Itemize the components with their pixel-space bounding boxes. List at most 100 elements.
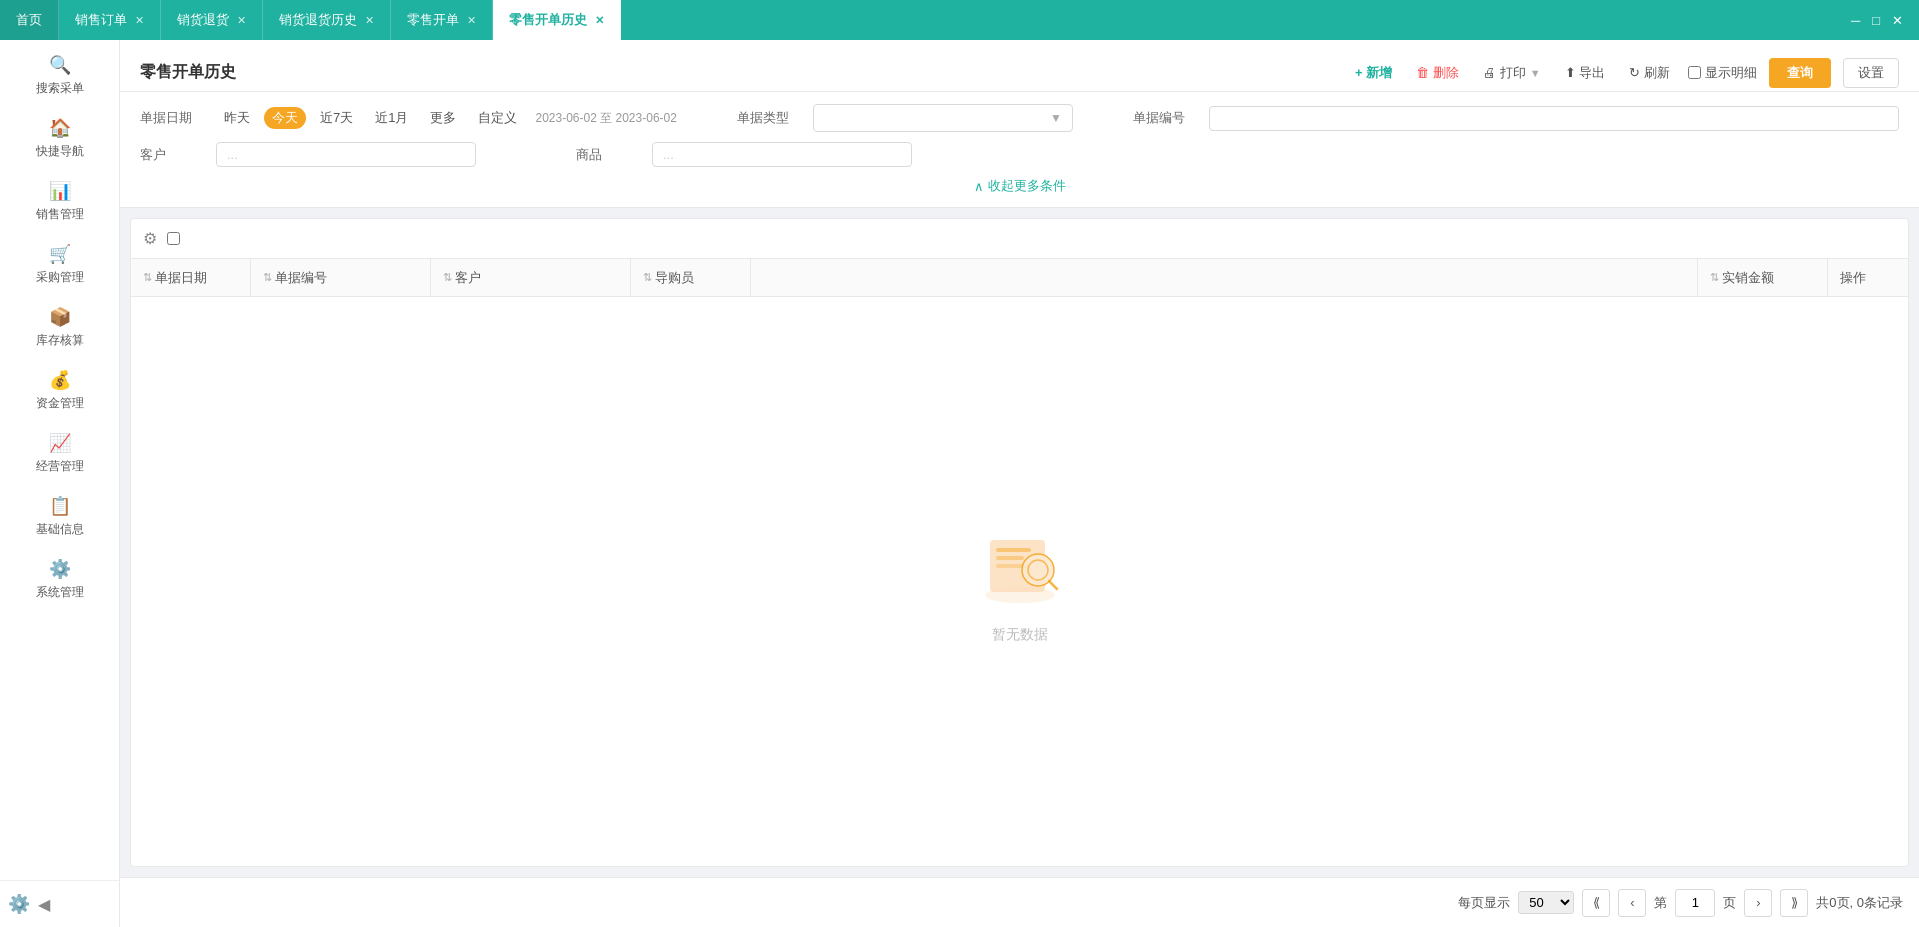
filter-area: 单据日期 昨天 今天 近7天 近1月 更多 自定义 2023-06-02 至 2… xyxy=(120,92,1919,208)
th-date[interactable]: ⇅ 单据日期 xyxy=(131,259,251,296)
customer-select[interactable]: ... xyxy=(216,142,476,167)
empty-icon xyxy=(970,520,1070,610)
sidebar-item-finance-label: 资金管理 xyxy=(36,395,84,412)
date-btn-last1month[interactable]: 近1月 xyxy=(367,107,416,129)
delete-button[interactable]: 🗑 删除 xyxy=(1410,60,1465,86)
display-toggle[interactable]: 显示明细 xyxy=(1688,64,1757,82)
toolbar: + 新增 🗑 删除 🖨 打印 ▼ ⬆ 导出 ↻ 刷新 显示明细 查询 设置 xyxy=(1349,58,1899,88)
th-customer[interactable]: ⇅ 客户 xyxy=(431,259,631,296)
sidebar-collapse-icon[interactable]: ◀ xyxy=(38,895,50,914)
collapse-row[interactable]: ∧ 收起更多条件 xyxy=(140,177,1899,195)
top-tabbar: 首页 销售订单 ✕ 销货退货 ✕ 销货退货历史 ✕ 零售开单 ✕ 零售开单历史 … xyxy=(0,0,1919,40)
base-icon: 📋 xyxy=(49,495,71,517)
print-button[interactable]: 🖨 打印 ▼ xyxy=(1477,60,1547,86)
tab-home[interactable]: 首页 xyxy=(0,0,59,40)
query-button[interactable]: 查询 xyxy=(1769,58,1831,88)
maximize-button[interactable]: □ xyxy=(1872,13,1880,28)
sort-number-icon: ⇅ xyxy=(263,271,272,284)
tab-sales-return-history[interactable]: 销货退货历史 ✕ xyxy=(263,0,391,40)
tab-retail-open[interactable]: 零售开单 ✕ xyxy=(391,0,493,40)
date-label: 单据日期 xyxy=(140,109,196,127)
number-label: 单据编号 xyxy=(1133,109,1189,127)
sidebar-item-inventory[interactable]: 📦 库存核算 xyxy=(0,296,119,359)
sidebar-item-base-label: 基础信息 xyxy=(36,521,84,538)
close-tab-sales-return[interactable]: ✕ xyxy=(237,14,246,27)
sort-date-icon: ⇅ xyxy=(143,271,152,284)
sidebar-item-base[interactable]: 📋 基础信息 xyxy=(0,485,119,548)
tab-retail-open-history[interactable]: 零售开单历史 ✕ xyxy=(493,0,621,40)
display-checkbox[interactable] xyxy=(1688,66,1701,79)
tab-sales-order[interactable]: 销售订单 ✕ xyxy=(59,0,161,40)
svg-rect-2 xyxy=(996,548,1031,552)
empty-label: 暂无数据 xyxy=(992,626,1048,644)
date-btn-last7[interactable]: 近7天 xyxy=(312,107,361,129)
sidebar-item-search[interactable]: 🔍 搜索采单 xyxy=(0,44,119,107)
empty-state: 暂无数据 xyxy=(131,297,1908,866)
filter-row-2: 客户 ... 商品 ... xyxy=(140,142,1899,167)
per-page-label: 每页显示 xyxy=(1458,894,1510,912)
next-page-btn[interactable]: › xyxy=(1744,889,1772,917)
close-tab-sales-return-history[interactable]: ✕ xyxy=(365,14,374,27)
add-button[interactable]: + 新增 xyxy=(1349,60,1398,86)
last-page-btn[interactable]: ⟫ xyxy=(1780,889,1808,917)
date-btn-custom[interactable]: 自定义 xyxy=(470,107,525,129)
sidebar-item-nav[interactable]: 🏠 快捷导航 xyxy=(0,107,119,170)
date-btn-yesterday[interactable]: 昨天 xyxy=(216,107,258,129)
th-salesperson[interactable]: ⇅ 导购员 xyxy=(631,259,751,296)
collapse-up-icon: ∧ xyxy=(974,179,984,194)
sort-salesperson-icon: ⇅ xyxy=(643,271,652,284)
sidebar-item-purchase[interactable]: 🛒 采购管理 xyxy=(0,233,119,296)
collapse-label: 收起更多条件 xyxy=(988,177,1066,195)
th-number[interactable]: ⇅ 单据编号 xyxy=(251,259,431,296)
date-options: 昨天 今天 近7天 近1月 更多 自定义 2023-06-02 至 2023-0… xyxy=(216,107,677,129)
tab-sales-return[interactable]: 销货退货 ✕ xyxy=(161,0,263,40)
th-amount[interactable]: ⇅ 实销金额 xyxy=(1698,259,1828,296)
sidebar-settings-icon[interactable]: ⚙️ xyxy=(8,893,30,915)
collapse-btn[interactable]: ∧ 收起更多条件 xyxy=(974,177,1066,195)
close-tab-retail-open-history[interactable]: ✕ xyxy=(595,14,604,27)
number-input[interactable] xyxy=(1209,106,1899,131)
purchase-icon: 🛒 xyxy=(49,243,71,265)
close-button[interactable]: ✕ xyxy=(1892,13,1903,28)
svg-line-7 xyxy=(1049,581,1057,589)
sidebar-item-sales-label: 销售管理 xyxy=(36,206,84,223)
per-page-select[interactable]: 50 100 200 xyxy=(1518,891,1574,914)
page-input[interactable] xyxy=(1675,889,1715,917)
export-button[interactable]: ⬆ 导出 xyxy=(1559,60,1612,86)
select-all-checkbox[interactable] xyxy=(167,232,180,245)
inventory-icon: 📦 xyxy=(49,306,71,328)
filter-row-1: 单据日期 昨天 今天 近7天 近1月 更多 自定义 2023-06-02 至 2… xyxy=(140,104,1899,132)
sidebar-item-finance[interactable]: 💰 资金管理 xyxy=(0,359,119,422)
close-tab-sales-order[interactable]: ✕ xyxy=(135,14,144,27)
pagination: 每页显示 50 100 200 ⟪ ‹ 第 页 › ⟫ 共0页, 0条记录 xyxy=(120,877,1919,927)
goods-label: 商品 xyxy=(576,146,632,164)
goods-select[interactable]: ... xyxy=(652,142,912,167)
refresh-button[interactable]: ↻ 刷新 xyxy=(1623,60,1676,86)
date-btn-more[interactable]: 更多 xyxy=(422,107,464,129)
type-label: 单据类型 xyxy=(737,109,793,127)
home-icon: 🏠 xyxy=(49,117,71,139)
window-controls: ─ □ ✕ xyxy=(1851,13,1919,28)
sidebar: 🔍 搜索采单 🏠 快捷导航 📊 销售管理 🛒 采购管理 📦 库存核算 💰 资金管… xyxy=(0,40,120,927)
sidebar-item-search-label: 搜索采单 xyxy=(36,80,84,97)
column-settings-icon[interactable]: ⚙ xyxy=(143,229,157,248)
table-container: ⚙ ⇅ 单据日期 ⇅ 单据编号 ⇅ 客户 ⇅ 导购员 xyxy=(130,218,1909,867)
type-select[interactable]: ▼ xyxy=(813,104,1073,132)
finance-icon: 💰 xyxy=(49,369,71,391)
system-icon: ⚙️ xyxy=(49,558,71,580)
minimize-button[interactable]: ─ xyxy=(1851,13,1860,28)
page-title: 零售开单历史 xyxy=(140,62,236,83)
sales-icon: 📊 xyxy=(49,180,71,202)
close-tab-retail-open[interactable]: ✕ xyxy=(467,14,476,27)
first-page-btn[interactable]: ⟪ xyxy=(1582,889,1610,917)
sidebar-item-operation[interactable]: 📈 经营管理 xyxy=(0,422,119,485)
date-btn-today[interactable]: 今天 xyxy=(264,107,306,129)
th-action: 操作 xyxy=(1828,259,1908,296)
table-header: ⇅ 单据日期 ⇅ 单据编号 ⇅ 客户 ⇅ 导购员 ⇅ 实销 xyxy=(131,259,1908,297)
prev-page-btn[interactable]: ‹ xyxy=(1618,889,1646,917)
sidebar-item-system[interactable]: ⚙️ 系统管理 xyxy=(0,548,119,611)
search-icon: 🔍 xyxy=(49,54,71,76)
sidebar-item-sales[interactable]: 📊 销售管理 xyxy=(0,170,119,233)
print-dropdown-icon: ▼ xyxy=(1530,67,1541,79)
settings-button[interactable]: 设置 xyxy=(1843,58,1899,88)
